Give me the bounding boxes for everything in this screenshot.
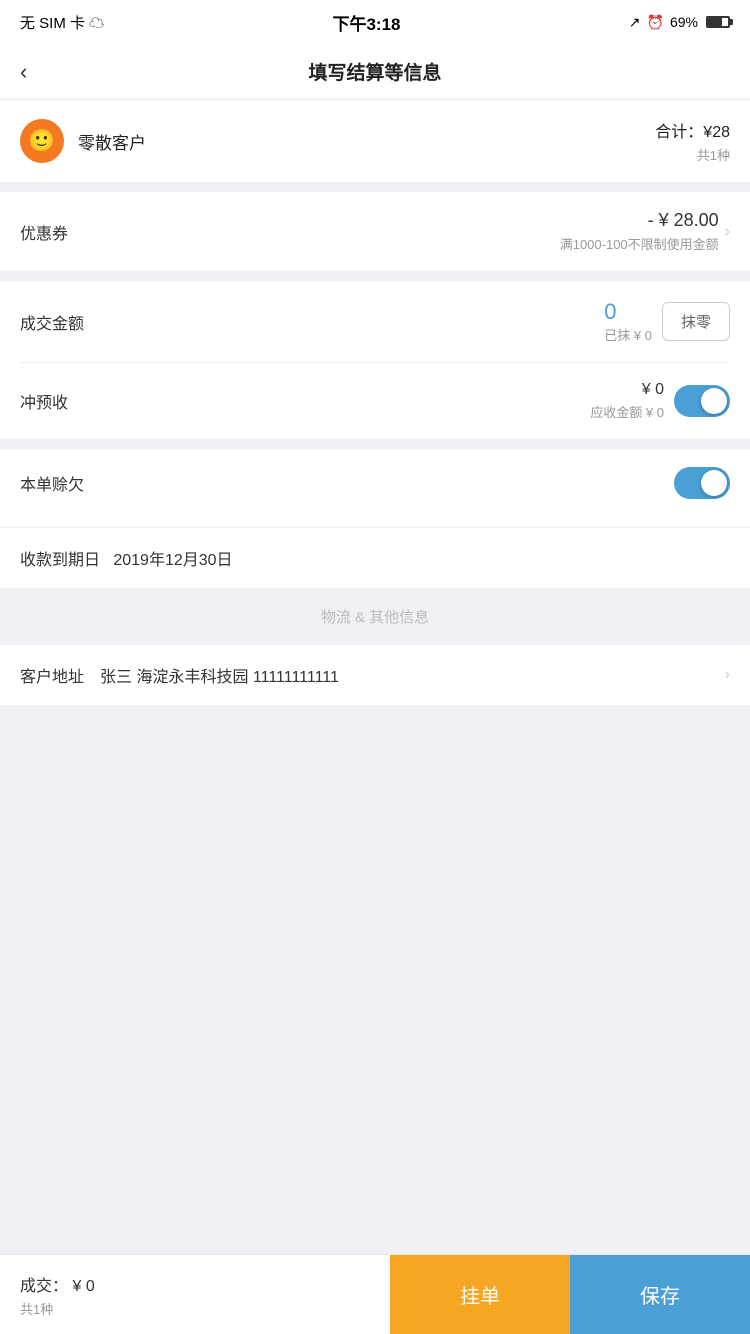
nav-bar: ‹ 填写结算等信息: [0, 44, 750, 100]
deal-value: 0: [604, 299, 652, 325]
total-count: 共1种: [655, 145, 730, 164]
debt-section: 本单赊欠: [0, 449, 750, 517]
address-row[interactable]: 客户地址 张三 海淀永丰科技园 11111111111 ›: [0, 645, 750, 705]
status-time: 下午3:18: [332, 10, 400, 35]
address-label: 客户地址: [20, 663, 84, 687]
coupon-row[interactable]: 优惠券 - ¥ 28.00 满1000-100不限制使用金额 ›: [0, 192, 750, 271]
battery-percent: 69%: [670, 14, 698, 30]
prepay-sub: 应收金额 ¥ 0: [590, 402, 664, 421]
deal-right: 0 已抹 ¥ 0 抹零: [604, 299, 730, 344]
debt-section-wrapper: 本单赊欠 收款到期日 2019年12月30日: [0, 449, 750, 588]
customer-name: 零散客户: [78, 129, 146, 154]
sim-status: 无 SIM 卡 ☁: [20, 12, 104, 33]
chevron-right-icon: ›: [725, 223, 730, 241]
deal-label: 成交金额: [20, 310, 84, 334]
coupon-amount: - ¥ 28.00: [560, 210, 719, 231]
round-zero-button[interactable]: 抹零: [662, 302, 730, 341]
status-right: ↗ ⏰ 69%: [629, 14, 730, 31]
status-left: 无 SIM 卡 ☁: [20, 12, 104, 33]
deal-row: 成交金额 0 已抹 ¥ 0 抹零: [20, 281, 730, 363]
hold-button[interactable]: 挂单: [390, 1255, 570, 1334]
coupon-label: 优惠券: [20, 220, 68, 244]
coupon-right: - ¥ 28.00 满1000-100不限制使用金额: [560, 210, 719, 253]
address-value: 张三 海淀永丰科技园 11111111111: [100, 663, 719, 687]
due-date-label: 收款到期日: [20, 552, 100, 569]
customer-row: 🙂 零散客户 合计：¥28 共1种: [0, 100, 750, 182]
transaction-section: 成交金额 0 已抹 ¥ 0 抹零 冲预收 ¥ 0 应收金额 ¥ 0: [0, 281, 750, 439]
bottom-deal-row: 成交： ¥ 0: [20, 1272, 370, 1296]
customer-card: 🙂 零散客户 合计：¥28 共1种: [0, 100, 750, 182]
empty-space: [0, 715, 750, 855]
customer-info: 🙂 零散客户: [20, 119, 146, 163]
deal-sub: 已抹 ¥ 0: [604, 325, 652, 344]
location-icon: ↗: [629, 14, 641, 31]
prepay-label: 冲预收: [20, 389, 68, 413]
page-title: 填写结算等信息: [308, 58, 441, 85]
main-content: 🙂 零散客户 合计：¥28 共1种 优惠券 - ¥ 28.00 满1000-10…: [0, 100, 750, 855]
bottom-deal-label: 成交：: [20, 1278, 68, 1295]
prepay-toggle[interactable]: [674, 385, 730, 417]
bottom-count: 共1种: [20, 1299, 370, 1318]
coupon-card[interactable]: 优惠券 - ¥ 28.00 满1000-100不限制使用金额 ›: [0, 192, 750, 271]
due-date-value: 2019年12月30日: [113, 552, 232, 569]
coupon-desc: 满1000-100不限制使用金额: [560, 234, 719, 253]
debt-label: 本单赊欠: [20, 471, 84, 495]
back-button[interactable]: ‹: [20, 59, 27, 85]
bottom-deal-value: ¥ 0: [72, 1278, 94, 1295]
bottom-summary: 成交： ¥ 0 共1种: [0, 1272, 390, 1318]
logistics-divider-label: 物流 & 其他信息: [321, 609, 429, 626]
total-amount: 合计：¥28: [655, 118, 730, 142]
prepay-amount: ¥ 0: [590, 381, 664, 399]
deal-value-block: 0 已抹 ¥ 0: [604, 299, 652, 344]
status-bar: 无 SIM 卡 ☁ 下午3:18 ↗ ⏰ 69%: [0, 0, 750, 44]
bottom-bar: 成交： ¥ 0 共1种 挂单 保存: [0, 1254, 750, 1334]
due-date-row: 收款到期日 2019年12月30日: [0, 527, 750, 588]
chevron-right-icon-address: ›: [725, 666, 730, 684]
prepay-row: 冲预收 ¥ 0 应收金额 ¥ 0: [20, 363, 730, 439]
prepay-amount-block: ¥ 0 应收金额 ¥ 0: [590, 381, 664, 421]
divider-section: 物流 & 其他信息: [0, 588, 750, 645]
debt-toggle[interactable]: [674, 467, 730, 499]
prepay-right: ¥ 0 应收金额 ¥ 0: [590, 381, 730, 421]
due-date-text: 收款到期日 2019年12月30日: [20, 552, 233, 569]
customer-total: 合计：¥28 共1种: [655, 118, 730, 164]
avatar: 🙂: [20, 119, 64, 163]
alarm-icon: ⏰: [647, 14, 664, 31]
save-button[interactable]: 保存: [570, 1255, 750, 1334]
battery-icon: [706, 16, 730, 28]
